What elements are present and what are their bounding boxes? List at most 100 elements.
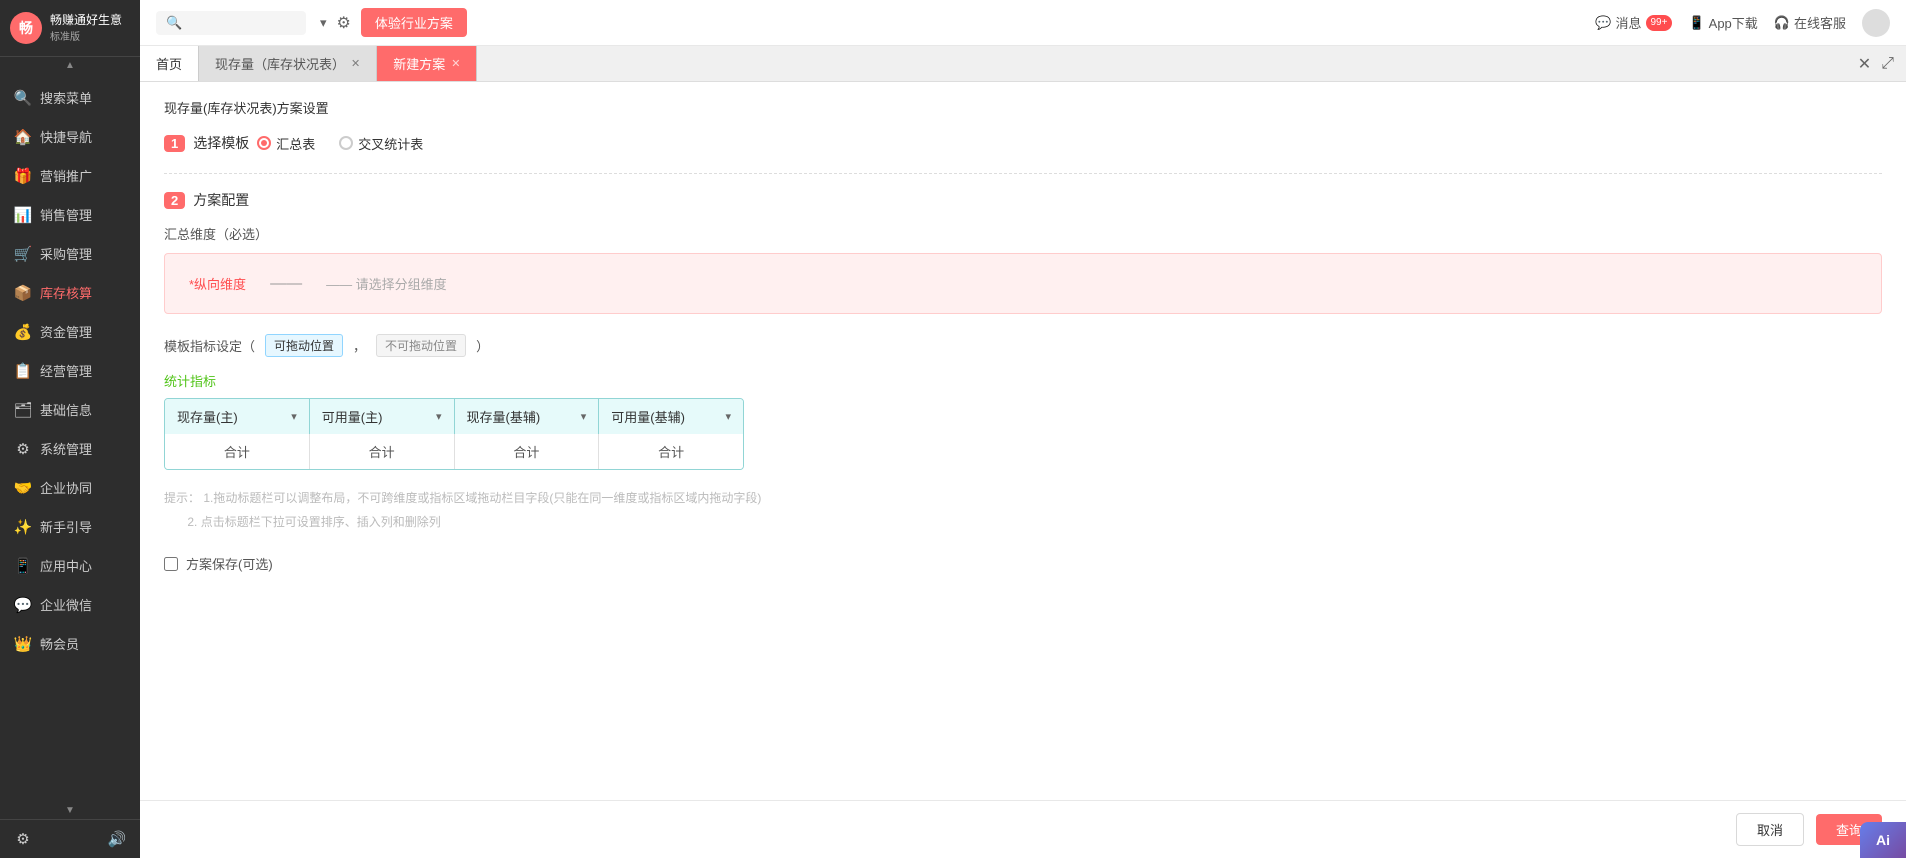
- sidebar-item-wechat[interactable]: 💬 企业微信: [0, 585, 140, 624]
- stats-col-4-header[interactable]: 可用量(基辅) ▾: [599, 399, 743, 434]
- dimension-required-label: *纵向维度: [189, 274, 246, 293]
- sidebar-item-label: 企业微信: [40, 595, 92, 614]
- sidebar-logo: 畅 畅赚通好生意 标准版: [0, 0, 140, 57]
- radio-cross-label: 交叉统计表: [358, 134, 423, 153]
- sidebar-scroll-down[interactable]: ▼: [0, 802, 140, 819]
- page-panel: 现存量(库存状况表)方案设置 1 选择模板 汇总表 交叉统计表: [140, 82, 1906, 800]
- sidebar-item-inventory[interactable]: 📦 库存核算: [0, 273, 140, 312]
- sidebar-item-label: 系统管理: [40, 439, 92, 458]
- sidebar-item-shortcut[interactable]: 🏠 快捷导航: [0, 117, 140, 156]
- stats-col-3-header[interactable]: 现存量(基辅) ▾: [455, 399, 600, 434]
- stats-col-1-header[interactable]: 现存量(主) ▾: [165, 399, 310, 434]
- trial-industry-button[interactable]: 体验行业方案: [361, 8, 467, 37]
- dimension-area[interactable]: *纵向维度 —— —— 请选择分组维度: [164, 253, 1882, 314]
- step1-label: 选择模板: [193, 133, 249, 153]
- tab-home[interactable]: 首页: [140, 46, 199, 81]
- col-2-dropdown-icon[interactable]: ▾: [436, 410, 442, 423]
- customer-service-button[interactable]: 🎧 在线客服: [1774, 13, 1846, 32]
- col-4-dropdown-icon[interactable]: ▾: [725, 410, 731, 423]
- sidebar-item-label: 快捷导航: [40, 127, 92, 146]
- step1-section: 1 选择模板 汇总表 交叉统计表: [164, 133, 1882, 153]
- message-icon: 💬: [1595, 15, 1611, 31]
- stats-table-header: 现存量(主) ▾ 可用量(主) ▾ 现存量(基辅) ▾ 可用量(基辅): [165, 399, 743, 434]
- stats-cell-1-1: 合计: [165, 434, 310, 469]
- gear-settings-icon[interactable]: ⚙: [337, 13, 351, 33]
- tab-controls: ✕ ⤢: [1854, 50, 1906, 78]
- main-area: 🔍 ▾ ⚙ 体验行业方案 💬 消息 99+ 📱 App下载 🎧 在线客服: [140, 0, 1906, 858]
- tab-inventory-status-label: 现存量（库存状况表）: [215, 54, 345, 73]
- topbar-left: 🔍 ▾ ⚙ 体验行业方案: [156, 8, 467, 37]
- stats-col-2-header[interactable]: 可用量(主) ▾: [310, 399, 455, 434]
- sidebar-item-newguide[interactable]: ✨ 新手引导: [0, 507, 140, 546]
- radio-cross[interactable]: 交叉统计表: [339, 134, 423, 153]
- sidebar-item-label: 基础信息: [40, 400, 92, 419]
- download-icon: 📱: [1688, 15, 1704, 31]
- page-title: 现存量(库存状况表)方案设置: [164, 98, 1882, 117]
- step2-section: 2 方案配置 汇总维度（必选） *纵向维度 —— —— 请选择分组维度 模板指标…: [164, 190, 1882, 534]
- tab-close-button[interactable]: ✕: [1854, 50, 1875, 78]
- search-box[interactable]: 🔍: [156, 11, 306, 35]
- stats-cell-1-3: 合计: [455, 434, 600, 469]
- summary-dimension-label: 汇总维度（必选）: [164, 224, 1882, 243]
- app-version: 标准版: [50, 28, 122, 43]
- tab-maximize-button[interactable]: ⤢: [1877, 51, 1898, 77]
- tips-item-1: 1.拖动标题栏可以调整布局，不可跨维度或指标区域拖动栏目字段(只能在同一维度或指…: [203, 491, 761, 505]
- search-input[interactable]: [188, 16, 296, 30]
- stats-col-4-label: 可用量(基辅): [611, 407, 685, 426]
- sidebar-item-enterprise[interactable]: 🤝 企业协同: [0, 468, 140, 507]
- cart-icon: 🛒: [14, 245, 32, 263]
- dropdown-button[interactable]: ▾: [316, 15, 327, 31]
- tips-section: 提示： 1.拖动标题栏可以调整布局，不可跨维度或指标区域拖动栏目字段(只能在同一…: [164, 486, 1882, 534]
- stats-table: 现存量(主) ▾ 可用量(主) ▾ 现存量(基辅) ▾ 可用量(基辅): [164, 398, 744, 470]
- message-button[interactable]: 💬 消息 99+: [1595, 13, 1672, 32]
- clipboard-icon: 📋: [14, 362, 32, 380]
- stats-label: 统计指标: [164, 371, 1882, 390]
- sidebar-item-label: 搜索菜单: [40, 88, 92, 107]
- app-download-button[interactable]: 📱 App下载: [1688, 13, 1757, 32]
- sidebar-item-operations[interactable]: 📋 经营管理: [0, 351, 140, 390]
- tab-new-plan-close[interactable]: ✕: [451, 57, 460, 70]
- sidebar-item-basic[interactable]: 🗂 基础信息: [0, 390, 140, 429]
- sidebar-item-marketing[interactable]: 🎁 营销推广: [0, 156, 140, 195]
- folder-icon: 🗂: [14, 401, 32, 419]
- tab-inventory-status-close[interactable]: ✕: [351, 57, 360, 70]
- stats-cell-1-4: 合计: [599, 434, 743, 469]
- message-label: 消息: [1615, 13, 1641, 32]
- col-1-dropdown-icon[interactable]: ▾: [291, 410, 297, 423]
- handshake-icon: 🤝: [14, 479, 32, 497]
- app-logo-icon: 畅: [10, 12, 42, 44]
- crown-icon: 👑: [14, 635, 32, 653]
- step-divider: [164, 173, 1882, 174]
- sidebar-item-system[interactable]: ⚙ 系统管理: [0, 429, 140, 468]
- sidebar-scroll-up[interactable]: ▲: [0, 57, 140, 74]
- indicator-settings-label: 模板指标设定（: [164, 336, 255, 355]
- sidebar-item-appcenter[interactable]: 📱 应用中心: [0, 546, 140, 585]
- tab-home-label: 首页: [156, 54, 182, 73]
- settings-icon[interactable]: ⚙: [14, 830, 32, 848]
- stats-table-body: 合计 合计 合计 合计: [165, 434, 743, 469]
- radio-summary[interactable]: 汇总表: [257, 134, 315, 153]
- mobile-icon: 📱: [14, 557, 32, 575]
- sidebar-item-member[interactable]: 👑 畅会员: [0, 624, 140, 663]
- tab-inventory-status[interactable]: 现存量（库存状况表） ✕: [199, 46, 377, 81]
- ai-float-button[interactable]: Ai: [1860, 822, 1906, 858]
- sidebar-item-search[interactable]: 🔍 搜索菜单: [0, 78, 140, 117]
- volume-icon[interactable]: 🔊: [108, 830, 126, 848]
- user-avatar[interactable]: [1862, 9, 1890, 37]
- col-3-dropdown-icon[interactable]: ▾: [581, 410, 587, 423]
- tab-new-plan[interactable]: 新建方案 ✕: [377, 46, 477, 81]
- save-checkbox[interactable]: [164, 557, 178, 571]
- cancel-button[interactable]: 取消: [1736, 813, 1804, 846]
- headset-icon: 🎧: [1774, 15, 1790, 31]
- step2-num: 2: [164, 192, 185, 209]
- tips-title: 提示：: [164, 491, 200, 505]
- step2-label: 方案配置: [193, 190, 249, 210]
- radio-summary-label: 汇总表: [276, 134, 315, 153]
- indicator-fixed-badge: 不可拖动位置: [376, 334, 466, 357]
- gear-icon: ⚙: [14, 440, 32, 458]
- sidebar-item-finance[interactable]: 💰 资金管理: [0, 312, 140, 351]
- dimension-arrow: ——: [270, 275, 302, 293]
- sidebar-item-purchase[interactable]: 🛒 采购管理: [0, 234, 140, 273]
- sidebar-item-sales[interactable]: 📊 销售管理: [0, 195, 140, 234]
- chart-icon: 📊: [14, 206, 32, 224]
